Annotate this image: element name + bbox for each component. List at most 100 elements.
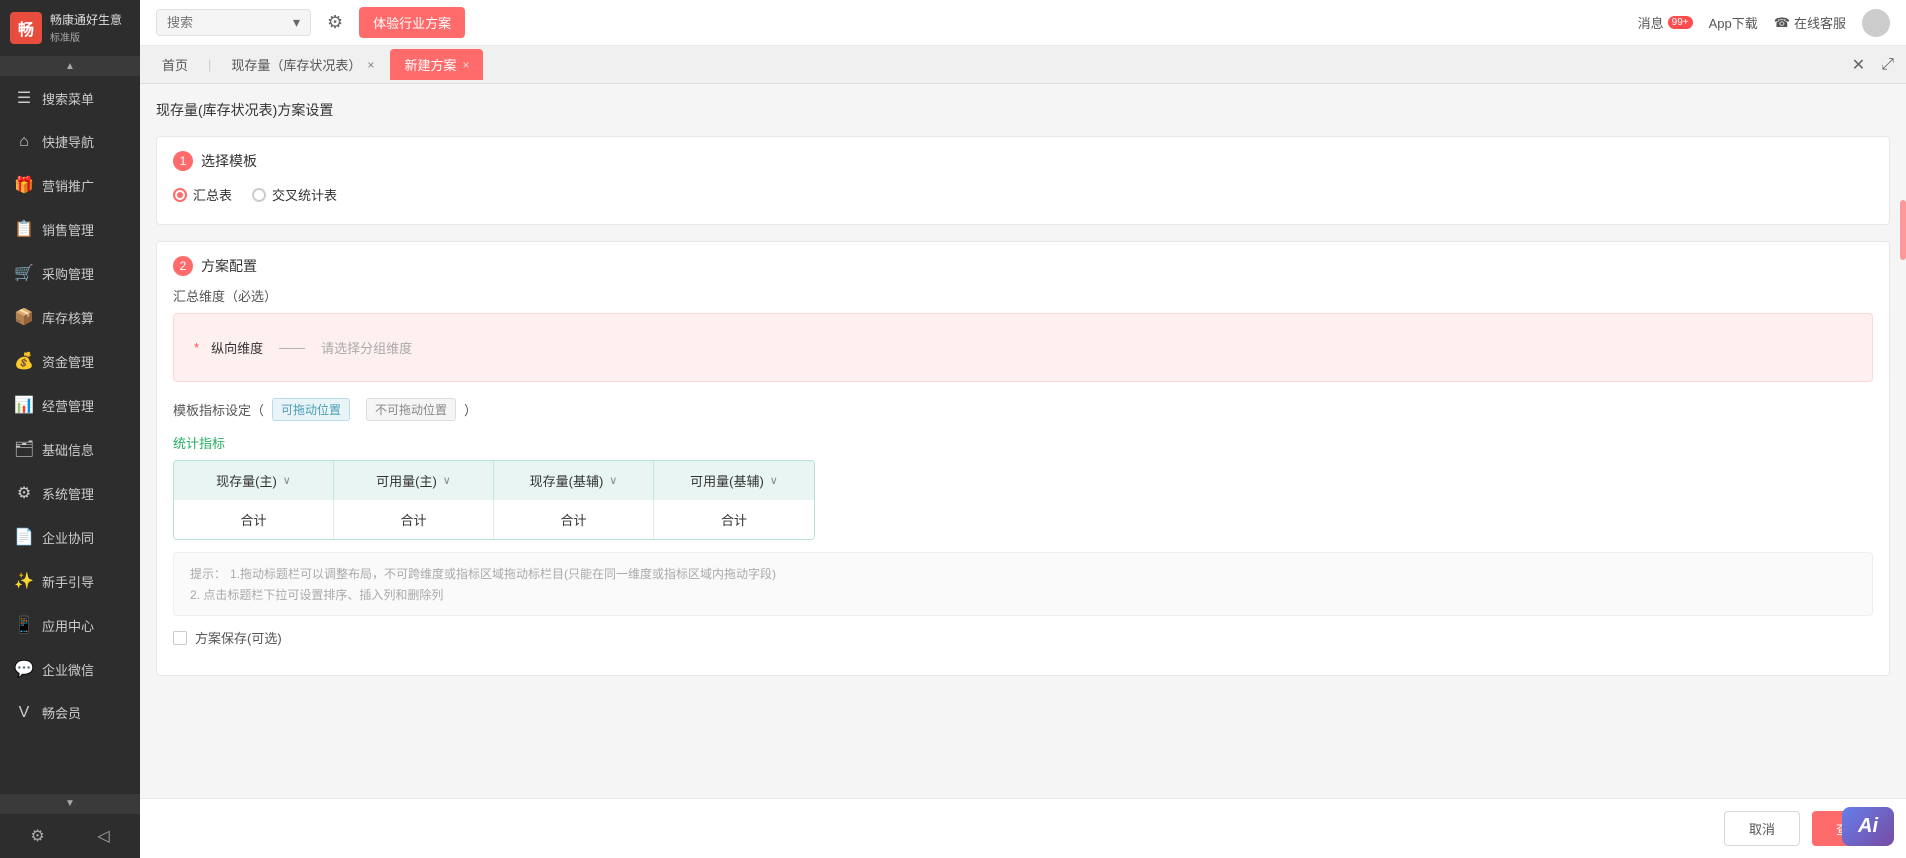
col-header-label-0: 现存量(主) bbox=[216, 471, 277, 490]
online-service-icon: ☎ bbox=[1774, 15, 1790, 31]
col-header-1[interactable]: 可用量(主) ∨ bbox=[334, 461, 494, 500]
vip-icon: V bbox=[14, 704, 34, 722]
sidebar-scroll-down[interactable]: ▼ bbox=[0, 794, 140, 813]
dimension-field-label: 纵向维度 bbox=[211, 338, 263, 357]
tab-inventory-status[interactable]: 现存量（库存状况表） × bbox=[217, 49, 388, 80]
sidebar-item-system[interactable]: ⚙ 系统管理 bbox=[0, 471, 140, 515]
sidebar-item-label: 库存核算 bbox=[42, 308, 94, 327]
tip-title-label: 提示： bbox=[190, 565, 226, 582]
step1-badge: 1 bbox=[173, 151, 193, 171]
tab-new-scheme-close[interactable]: × bbox=[462, 58, 469, 72]
tab-separator: | bbox=[208, 57, 211, 72]
sidebar-item-finance[interactable]: 💰 资金管理 bbox=[0, 339, 140, 383]
online-service-label: 在线客服 bbox=[1794, 13, 1846, 32]
tab-inventory-close[interactable]: × bbox=[367, 58, 374, 72]
sidebar-item-label: 采购管理 bbox=[42, 264, 94, 283]
sidebar-item-search-menu[interactable]: ☰ 搜索菜单 bbox=[0, 76, 140, 120]
col-body-3: 合计 bbox=[654, 500, 814, 539]
chevron-down-icon-0: ∨ bbox=[283, 474, 291, 487]
sidebar-item-vip[interactable]: V 畅会员 bbox=[0, 691, 140, 734]
tab-bar: 首页 | 现存量（库存状况表） × 新建方案 × ✕ ⤢ bbox=[140, 46, 1906, 84]
online-service-item[interactable]: ☎ 在线客服 bbox=[1774, 13, 1846, 32]
sidebar-item-wechat[interactable]: 💬 企业微信 bbox=[0, 647, 140, 691]
tip-line-2: 2. 点击标题栏下拉可设置排序、插入列和删除列 bbox=[190, 586, 1856, 603]
tip-item-0: 1.拖动标题栏可以调整布局，不可跨维度或指标区域拖动标栏目(只能在同一维度或指标… bbox=[230, 565, 776, 582]
topbar: ▾ ⚙ 体验行业方案 消息 99+ App下载 ☎ 在线客服 bbox=[140, 0, 1906, 46]
step2-body: 汇总维度（必选） * 纵向维度 —— 请选择分组维度 模板指标设定（ 可拖动位置… bbox=[157, 286, 1889, 675]
sidebar-item-label: 应用中心 bbox=[42, 616, 94, 635]
home-icon: ⌂ bbox=[14, 133, 34, 151]
search-dropdown-button[interactable]: ▾ bbox=[293, 14, 300, 31]
col-header-3[interactable]: 可用量(基辅) ∨ bbox=[654, 461, 814, 500]
topbar-search[interactable]: ▾ bbox=[156, 9, 311, 36]
sidebar-item-label: 搜索菜单 bbox=[42, 89, 94, 108]
ai-badge[interactable]: Ai bbox=[1842, 807, 1894, 846]
radio-summary-circle bbox=[173, 188, 187, 202]
message-item[interactable]: 消息 99+ bbox=[1638, 13, 1693, 32]
col-summary-2: 合计 bbox=[560, 510, 586, 529]
sidebar-item-label: 企业协同 bbox=[42, 528, 94, 547]
radio-summary[interactable]: 汇总表 bbox=[173, 185, 232, 204]
step1-header: 1 选择模板 bbox=[157, 137, 1889, 181]
system-icon: ⚙ bbox=[14, 483, 34, 503]
radio-cross[interactable]: 交叉统计表 bbox=[252, 185, 337, 204]
sidebar-logo: 畅 畅康通好生意 标准版 bbox=[0, 0, 140, 57]
avatar[interactable] bbox=[1862, 9, 1890, 37]
app-center-icon: 📱 bbox=[14, 615, 34, 635]
sidebar-item-marketing[interactable]: 🎁 营销推广 bbox=[0, 163, 140, 207]
sidebar-item-purchase[interactable]: 🛒 采购管理 bbox=[0, 251, 140, 295]
sidebar-item-new-guide[interactable]: ✨ 新手引导 bbox=[0, 559, 140, 603]
sidebar-item-label: 快捷导航 bbox=[42, 132, 94, 151]
sidebar-item-app-center[interactable]: 📱 应用中心 bbox=[0, 603, 140, 647]
template-settings-suffix: ） bbox=[464, 400, 477, 419]
window-expand-button[interactable]: ⤢ bbox=[1877, 56, 1898, 74]
trial-button[interactable]: 体验行业方案 bbox=[359, 7, 465, 38]
col-summary-1: 合计 bbox=[400, 510, 426, 529]
purchase-icon: 🛒 bbox=[14, 263, 34, 283]
col-header-0[interactable]: 现存量(主) ∨ bbox=[174, 461, 334, 500]
app-download-item[interactable]: App下载 bbox=[1709, 13, 1758, 32]
tab-new-scheme[interactable]: 新建方案 × bbox=[390, 49, 483, 80]
finance-icon: 💰 bbox=[14, 351, 34, 371]
cancel-button[interactable]: 取消 bbox=[1724, 811, 1800, 846]
sidebar-item-label: 营销推广 bbox=[42, 176, 94, 195]
dimension-area[interactable]: * 纵向维度 —— 请选择分组维度 bbox=[173, 313, 1873, 382]
base-info-icon: 🗂 bbox=[14, 439, 34, 459]
fixed-tag: 不可拖动位置 bbox=[366, 398, 456, 421]
sidebar-item-quick-nav[interactable]: ⌂ 快捷导航 bbox=[0, 120, 140, 163]
sidebar-item-label: 畅会员 bbox=[42, 703, 81, 722]
tab-home-label: 首页 bbox=[162, 55, 188, 74]
gear-icon[interactable]: ⚙ bbox=[323, 8, 347, 37]
radio-summary-label: 汇总表 bbox=[193, 185, 232, 204]
sidebar-item-inventory[interactable]: 📦 库存核算 bbox=[0, 295, 140, 339]
step2-header: 2 方案配置 bbox=[157, 242, 1889, 286]
save-checkbox[interactable] bbox=[173, 631, 187, 645]
stats-table-header: 现存量(主) ∨ 可用量(主) ∨ 现存量(基辅) ∨ 可用量(基辅) bbox=[174, 461, 814, 500]
right-scroll-hint bbox=[1900, 200, 1906, 260]
sidebar-item-operations[interactable]: 📊 经营管理 bbox=[0, 383, 140, 427]
summary-dimension-label: 汇总维度（必选） bbox=[173, 286, 1873, 305]
col-body-0: 合计 bbox=[174, 500, 334, 539]
sidebar-item-sales[interactable]: 📋 销售管理 bbox=[0, 207, 140, 251]
sidebar-item-agreement[interactable]: 📄 企业协同 bbox=[0, 515, 140, 559]
gift-icon: 🎁 bbox=[14, 175, 34, 195]
wechat-icon: 💬 bbox=[14, 659, 34, 679]
step2-badge: 2 bbox=[173, 256, 193, 276]
help-button[interactable]: ◁ bbox=[93, 822, 113, 850]
col-header-2[interactable]: 现存量(基辅) ∨ bbox=[494, 461, 654, 500]
sidebar-scroll-up[interactable]: ▲ bbox=[0, 57, 140, 76]
sidebar-item-base-info[interactable]: 🗂 基础信息 bbox=[0, 427, 140, 471]
page-title: 现存量(库存状况表)方案设置 bbox=[156, 100, 1890, 120]
settings-button[interactable]: ⚙ bbox=[26, 822, 48, 850]
col-summary-0: 合计 bbox=[240, 510, 266, 529]
sidebar-item-label: 资金管理 bbox=[42, 352, 94, 371]
tab-inventory-label: 现存量（库存状况表） bbox=[231, 55, 361, 74]
search-input[interactable] bbox=[167, 15, 287, 30]
tip-title: 提示： 1.拖动标题栏可以调整布局，不可跨维度或指标区域拖动标栏目(只能在同一维… bbox=[190, 565, 1856, 582]
step1-card: 1 选择模板 汇总表 交叉统计表 bbox=[156, 136, 1890, 225]
col-header-label-2: 现存量(基辅) bbox=[530, 471, 604, 490]
window-close-button[interactable]: ✕ bbox=[1848, 55, 1869, 75]
sidebar-item-label: 基础信息 bbox=[42, 440, 94, 459]
step2-card: 2 方案配置 汇总维度（必选） * 纵向维度 —— 请选择分组维度 模板指标设定… bbox=[156, 241, 1890, 676]
tab-home[interactable]: 首页 bbox=[148, 49, 202, 80]
